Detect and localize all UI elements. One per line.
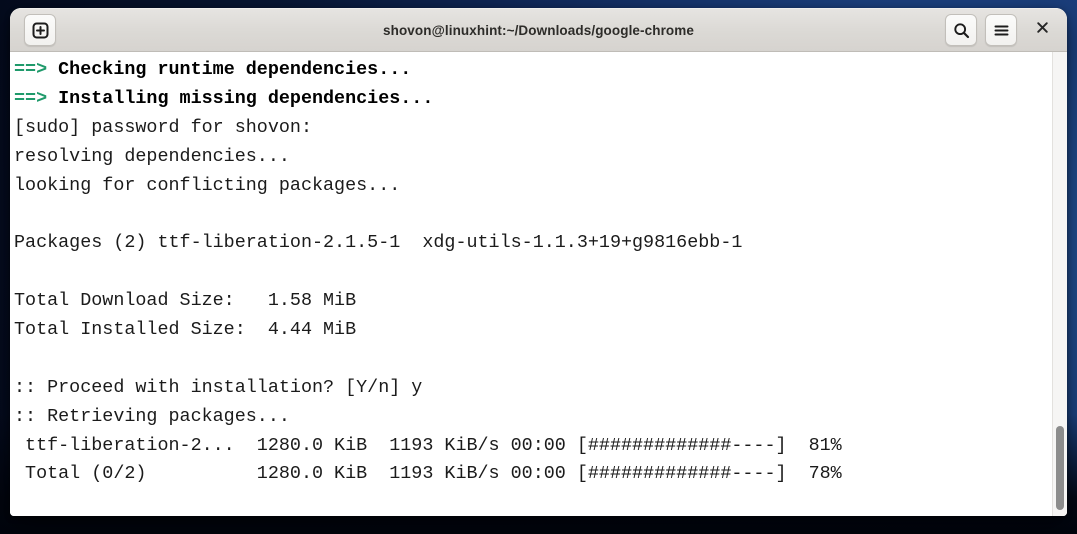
- terminal-window: shovon@linuxhint:~/Downloads/google-chro…: [10, 8, 1067, 516]
- terminal-line: Total Installed Size: 4.44 MiB: [14, 319, 357, 341]
- terminal-line: Total (0/2) 1280.0 KiB 1193 KiB/s 00:00 …: [14, 463, 842, 485]
- terminal-arrow-prefix: ==>: [14, 59, 48, 80]
- new-tab-button[interactable]: [24, 14, 56, 46]
- terminal-arrow-prefix: ==>: [14, 87, 48, 109]
- terminal-line-text: Checking runtime dependencies...: [47, 59, 412, 80]
- terminal-output: ==> Checking runtime dependencies... ==> …: [10, 52, 1052, 516]
- terminal-line: ttf-liberation-2... 1280.0 KiB 1193 KiB/…: [14, 434, 842, 456]
- window-headerbar: shovon@linuxhint:~/Downloads/google-chro…: [10, 8, 1067, 52]
- headerbar-actions: [945, 14, 1059, 46]
- terminal-line-text: Installing missing dependencies...: [47, 87, 434, 109]
- hamburger-menu-icon: [993, 22, 1010, 39]
- terminal-line: [sudo] password for shovon:: [14, 116, 312, 138]
- terminal-body[interactable]: ==> Checking runtime dependencies... ==> …: [10, 52, 1067, 516]
- search-button[interactable]: [945, 14, 977, 46]
- terminal-line: ==> Installing missing dependencies...: [14, 85, 1052, 114]
- menu-button[interactable]: [985, 14, 1017, 46]
- terminal-line: resolving dependencies...: [14, 145, 290, 167]
- terminal-scrollbar[interactable]: [1052, 52, 1067, 516]
- terminal-line: ==> Checking runtime dependencies...: [14, 56, 1052, 85]
- terminal-line: Packages (2) ttf-liberation-2.1.5-1 xdg-…: [14, 232, 743, 254]
- terminal-line: :: Proceed with installation? [Y/n] y: [14, 376, 423, 398]
- close-button[interactable]: [1029, 17, 1055, 43]
- plus-box-icon: [32, 22, 49, 39]
- terminal-line: looking for conflicting packages...: [14, 174, 401, 196]
- terminal-line: Total Download Size: 1.58 MiB: [14, 290, 357, 312]
- terminal-line: :: Retrieving packages...: [14, 405, 290, 427]
- scrollbar-thumb[interactable]: [1056, 426, 1064, 510]
- search-icon: [953, 22, 970, 39]
- window-title: shovon@linuxhint:~/Downloads/google-chro…: [383, 22, 694, 38]
- close-icon: [1036, 21, 1049, 39]
